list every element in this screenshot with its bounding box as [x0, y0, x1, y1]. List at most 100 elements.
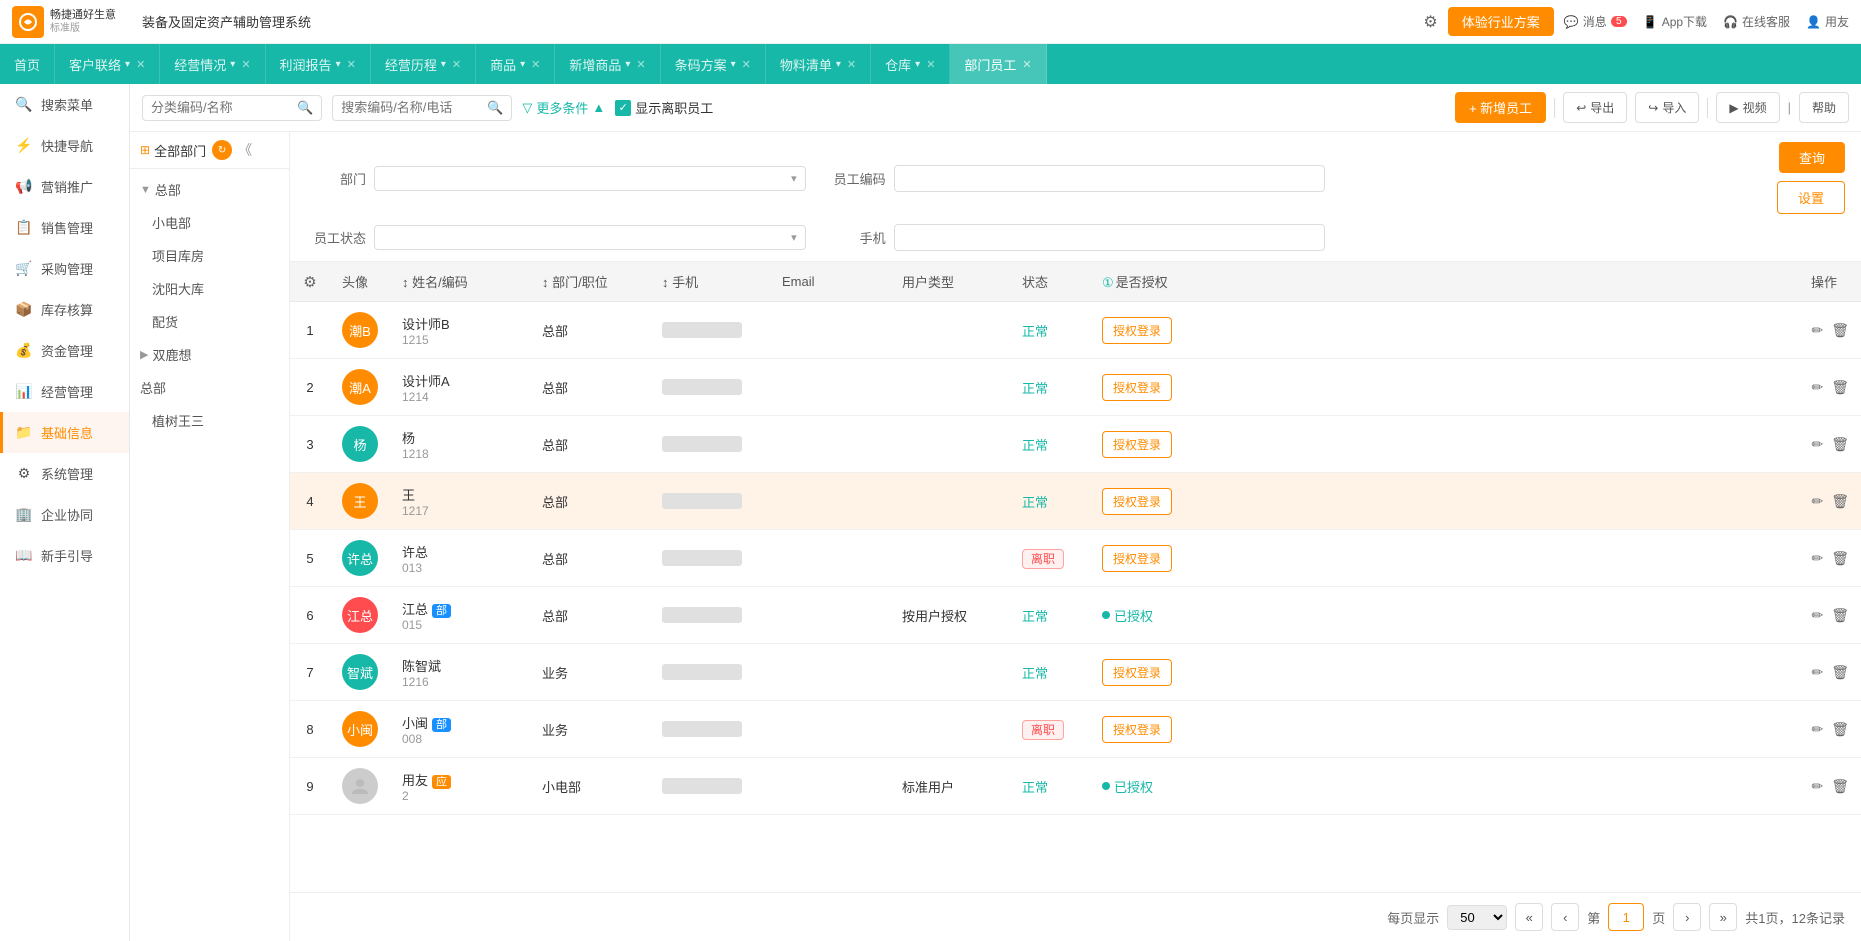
dept-item-double[interactable]: ▶ 双鹿想 — [130, 338, 289, 371]
sidebar-item-marketing[interactable]: 📢 营销推广 — [0, 166, 129, 207]
dept-item-plant[interactable]: 植树王三 — [130, 404, 289, 437]
close-icon[interactable]: ✕ — [347, 58, 356, 71]
delete-button[interactable]: 🗑 — [1831, 322, 1849, 339]
dept-item-hq[interactable]: 总部 — [130, 371, 289, 404]
close-icon[interactable]: ✕ — [742, 58, 751, 71]
row-auth-cell: 授权登录 — [1090, 473, 1270, 530]
close-icon[interactable]: ✕ — [926, 58, 935, 71]
tab-barcode[interactable]: 条码方案 ▾ ✕ — [661, 44, 766, 84]
status-select[interactable]: ▾ — [374, 225, 806, 250]
delete-button[interactable]: 🗑 — [1831, 664, 1849, 681]
edit-button[interactable]: ✏ — [1811, 493, 1823, 510]
phone-input[interactable] — [894, 224, 1326, 251]
dept-item-general[interactable]: ▼ 总部 — [130, 173, 289, 206]
edit-button[interactable]: ✏ — [1811, 550, 1823, 567]
sidebar-item-basic[interactable]: 📁 基础信息 — [0, 412, 129, 453]
tab-history[interactable]: 经营历程 ▾ ✕ — [371, 44, 476, 84]
tab-goods[interactable]: 商品 ▾ ✕ — [476, 44, 555, 84]
edit-button[interactable]: ✏ — [1811, 379, 1823, 396]
sidebar-item-search[interactable]: 🔍 搜索菜单 — [0, 84, 129, 125]
auth-button[interactable]: 授权登录 — [1102, 716, 1172, 743]
next-page-button[interactable]: › — [1673, 903, 1701, 931]
auth-button[interactable]: 授权登录 — [1102, 317, 1172, 344]
dept-item-project[interactable]: 项目库房 — [130, 239, 289, 272]
dept-item-electronics[interactable]: 小电部 — [130, 206, 289, 239]
sidebar-item-guide[interactable]: 📖 新手引导 — [0, 535, 129, 576]
auth-button[interactable]: 授权登录 — [1102, 545, 1172, 572]
dept-select[interactable]: ▾ — [374, 166, 806, 191]
sidebar-item-operations[interactable]: 📊 经营管理 — [0, 371, 129, 412]
close-icon[interactable]: ✕ — [847, 58, 856, 71]
dept-item-shenyang[interactable]: 沈阳大库 — [130, 272, 289, 305]
emp-code-input[interactable] — [894, 165, 1326, 192]
tab-add-goods[interactable]: 新增商品 ▾ ✕ — [555, 44, 660, 84]
edit-button[interactable]: ✏ — [1811, 721, 1823, 738]
video-button[interactable]: ▶ 视频 — [1716, 92, 1779, 123]
dept-item-delivery[interactable]: 配货 — [130, 305, 289, 338]
auth-button[interactable]: 授权登录 — [1102, 431, 1172, 458]
sidebar-item-quicknav[interactable]: ⚡ 快捷导航 — [0, 125, 129, 166]
tab-profit[interactable]: 利润报告 ▾ ✕ — [266, 44, 371, 84]
delete-button[interactable]: 🗑 — [1831, 493, 1849, 510]
delete-button[interactable]: 🗑 — [1831, 607, 1849, 624]
delete-button[interactable]: 🗑 — [1831, 550, 1849, 567]
user-action[interactable]: 👤 用友 — [1806, 13, 1849, 30]
sidebar-item-enterprise[interactable]: 🏢 企业协同 — [0, 494, 129, 535]
online-service-action[interactable]: 🎧 在线客服 — [1723, 13, 1790, 30]
sidebar-item-finance[interactable]: 💰 资金管理 — [0, 330, 129, 371]
column-settings-icon[interactable]: ⚙ — [303, 274, 316, 291]
edit-button[interactable]: ✏ — [1811, 607, 1823, 624]
tab-customer[interactable]: 客户联络 ▾ ✕ — [55, 44, 160, 84]
first-page-button[interactable]: « — [1515, 903, 1543, 931]
export-button[interactable]: ↩ 导出 — [1563, 92, 1627, 123]
import-button[interactable]: ↪ 导入 — [1635, 92, 1699, 123]
edit-button[interactable]: ✏ — [1811, 664, 1823, 681]
row-status-cell: 正常 — [1010, 758, 1090, 815]
trial-button[interactable]: 体验行业方案 — [1448, 7, 1554, 36]
tab-employees[interactable]: 部门员工 ✕ — [950, 44, 1046, 84]
close-icon[interactable]: ✕ — [136, 58, 145, 71]
close-icon[interactable]: ✕ — [636, 58, 645, 71]
row-dept-cell: 总部 — [530, 302, 650, 359]
close-icon[interactable]: ✕ — [241, 58, 250, 71]
sidebar-item-inventory[interactable]: 📦 库存核算 — [0, 289, 129, 330]
prev-page-button[interactable]: ‹ — [1551, 903, 1579, 931]
auth-button[interactable]: 授权登录 — [1102, 659, 1172, 686]
dept-refresh-button[interactable]: ↻ — [212, 140, 232, 160]
setting-button[interactable]: 设置 — [1777, 181, 1845, 214]
close-icon[interactable]: ✕ — [452, 58, 461, 71]
close-icon[interactable]: ✕ — [531, 58, 540, 71]
delete-button[interactable]: 🗑 — [1831, 436, 1849, 453]
show-resigned-wrap[interactable]: ✓ 显示离职员工 — [615, 98, 713, 117]
close-icon[interactable]: ✕ — [1022, 58, 1031, 71]
current-page-input[interactable] — [1608, 903, 1644, 931]
edit-button[interactable]: ✏ — [1811, 436, 1823, 453]
tab-home[interactable]: 首页 — [0, 44, 55, 84]
tab-bom[interactable]: 物料清单 ▾ ✕ — [766, 44, 871, 84]
sidebar-item-sales[interactable]: 📋 销售管理 — [0, 207, 129, 248]
delete-button[interactable]: 🗑 — [1831, 778, 1849, 795]
delete-button[interactable]: 🗑 — [1831, 379, 1849, 396]
auth-button[interactable]: 授权登录 — [1102, 374, 1172, 401]
sidebar-item-system[interactable]: ⚙ 系统管理 — [0, 453, 129, 494]
message-action[interactable]: 💬 消息 5 — [1564, 13, 1627, 30]
page-size-select[interactable]: 50 100 — [1447, 905, 1507, 930]
tab-operations[interactable]: 经营情况 ▾ ✕ — [160, 44, 265, 84]
row-status-cell: 正常 — [1010, 473, 1090, 530]
delete-button[interactable]: 🗑 — [1831, 721, 1849, 738]
last-page-button[interactable]: » — [1709, 903, 1737, 931]
settings-icon[interactable]: ⚙ — [1423, 12, 1437, 32]
category-search-input[interactable] — [151, 100, 291, 115]
auth-button[interactable]: 授权登录 — [1102, 488, 1172, 515]
dept-collapse-button[interactable]: 《 — [238, 140, 252, 160]
app-download-action[interactable]: 📱 App下载 — [1643, 13, 1707, 30]
employee-search-input[interactable] — [341, 100, 481, 115]
help-button[interactable]: 帮助 — [1799, 92, 1849, 123]
sidebar-item-purchase[interactable]: 🛒 采购管理 — [0, 248, 129, 289]
edit-button[interactable]: ✏ — [1811, 778, 1823, 795]
query-button[interactable]: 查询 — [1779, 142, 1845, 173]
edit-button[interactable]: ✏ — [1811, 322, 1823, 339]
add-employee-button[interactable]: + 新增员工 — [1455, 92, 1546, 123]
tab-warehouse[interactable]: 仓库 ▾ ✕ — [871, 44, 950, 84]
more-filter-btn[interactable]: ▽ 更多条件 ▲ — [522, 98, 605, 117]
